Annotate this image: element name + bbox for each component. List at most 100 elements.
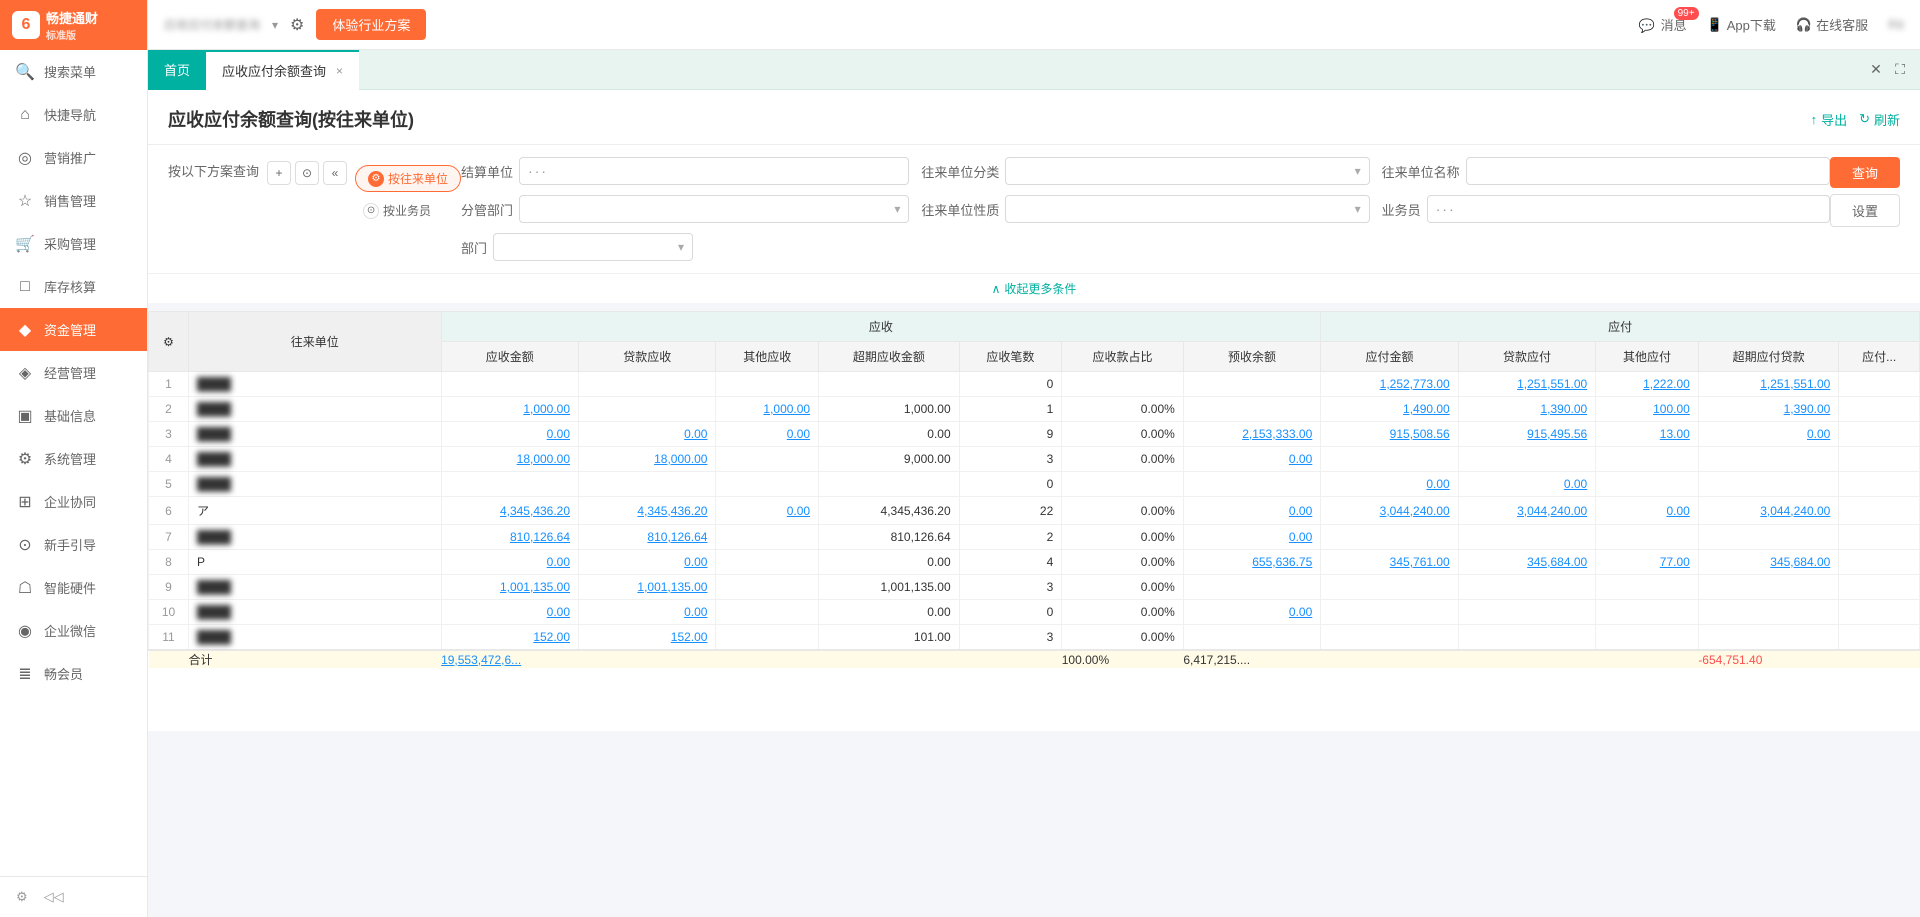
table-row: 4████18,000.0018,000.009,000.0030.00%0.0… <box>149 447 1920 472</box>
sidebar-item-label: 采购管理 <box>44 234 96 253</box>
chevron-down-icon: ▾ <box>1355 164 1361 178</box>
app-download-label: App下载 <box>1727 15 1776 34</box>
sidebar-item-enterprise[interactable]: ⊞ 企业协同 <box>0 480 147 523</box>
tab-close-icon[interactable]: × <box>336 64 343 78</box>
ap-extra-header: 应付... <box>1839 342 1920 372</box>
sidebar-item-hardware[interactable]: ☖ 智能硬件 <box>0 566 147 609</box>
close-window-icon[interactable]: ✕ <box>1868 62 1884 78</box>
table-wrapper[interactable]: ⚙ 往来单位 应收 应付 应收金额 贷款应收 其他应收 超期应收金额 应收笔数 … <box>148 311 1920 731</box>
filter-by-staff-icon: ⊙ <box>363 203 379 219</box>
filter-collapse-icon[interactable]: « <box>323 161 347 185</box>
main-content: 首页 应收应付余额查询 × ✕ ⛶ 应收应付余额查询(按往来单位) ↑ 导出 ↻… <box>148 50 1920 917</box>
maximize-window-icon[interactable]: ⛶ <box>1892 62 1908 78</box>
dept-input[interactable]: ▾ <box>493 233 693 261</box>
table-row: 5████00.000.00 <box>149 472 1920 497</box>
sidebar-item-label: 企业协同 <box>44 492 96 511</box>
topbar-chevron-icon: ▾ <box>272 18 278 32</box>
table-section: ⚙ 往来单位 应收 应付 应收金额 贷款应收 其他应收 超期应收金额 应收笔数 … <box>148 311 1920 731</box>
tab-ar-ap[interactable]: 应收应付余额查询 × <box>206 50 359 90</box>
unit-nature-label: 往来单位性质 <box>921 200 999 219</box>
settings-button[interactable]: 设置 <box>1830 194 1900 227</box>
online-service[interactable]: 🎧 在线客服 <box>1796 15 1868 34</box>
tab-home[interactable]: 首页 <box>148 50 206 90</box>
topbar-right: 💬 消息 99+ 📱 App下载 🎧 在线客服 Rit <box>1639 15 1904 34</box>
sidebar-item-wechat[interactable]: ◉ 企业微信 <box>0 609 147 652</box>
app-download[interactable]: 📱 App下载 <box>1707 15 1776 34</box>
sidebar-item-basic[interactable]: ▣ 基础信息 <box>0 394 147 437</box>
field-salesman: 业务员 ··· <box>1382 195 1830 223</box>
loan-ar-header: 贷款应收 <box>579 342 716 372</box>
sidebar-settings-icon[interactable]: ⚙ <box>16 889 28 905</box>
sidebar-item-guide[interactable]: ⊙ 新手引导 <box>0 523 147 566</box>
unit-nature-input[interactable]: ▾ <box>1005 195 1369 223</box>
sidebar-item-label: 销售管理 <box>44 191 96 210</box>
collapse-row[interactable]: ∧ 收起更多条件 <box>148 273 1920 303</box>
unit-category-input[interactable]: ▾ <box>1005 157 1369 185</box>
unit-name-label: 往来单位名称 <box>1382 162 1460 181</box>
sidebar-item-sales[interactable]: ☆ 销售管理 <box>0 179 147 222</box>
field-dept: 部门 ▾ <box>461 233 693 261</box>
sidebar-item-system[interactable]: ⚙ 系统管理 <box>0 437 147 480</box>
dept-manage-input[interactable]: ▾ <box>519 195 909 223</box>
wechat-icon: ◉ <box>16 622 34 640</box>
other-ap-header: 其他应付 <box>1596 342 1699 372</box>
messages-wrap[interactable]: 💬 消息 99+ <box>1639 15 1687 34</box>
topbar: 应收应付余额查询 ▾ ⚙ 体验行业方案 💬 消息 99+ 📱 App下载 🎧 在… <box>148 0 1920 50</box>
basic-icon: ▣ <box>16 407 34 425</box>
filter-settings-icon[interactable]: ⊙ <box>295 161 319 185</box>
online-service-label: 在线客服 <box>1816 15 1868 34</box>
tab-ar-ap-label: 应收应付余额查询 <box>222 61 326 80</box>
settings-column-header: ⚙ <box>149 312 189 372</box>
salesman-input[interactable]: ··· <box>1427 195 1830 223</box>
other-ar-header: 其他应收 <box>716 342 819 372</box>
window-controls: ✕ ⛶ <box>1856 62 1920 78</box>
ar-amount-header: 应收金额 <box>441 342 578 372</box>
filter-by-unit[interactable]: ⚙ 按往来单位 <box>355 165 461 192</box>
summary-row: 合计 19,553,472,6... 100.00% 6,417,215....… <box>149 650 1920 668</box>
enterprise-icon: ⊞ <box>16 493 34 511</box>
table-settings-gear-icon[interactable]: ⚙ <box>163 335 174 349</box>
ar-count-header: 应收笔数 <box>959 342 1062 372</box>
search-icon: 🔍 <box>16 63 34 81</box>
sidebar-item-inventory[interactable]: □ 库存核算 <box>0 265 147 308</box>
sidebar-item-marketing[interactable]: ◎ 营销推广 <box>0 136 147 179</box>
table-row: 2████1,000.001,000.001,000.0010.00%1,490… <box>149 397 1920 422</box>
export-button[interactable]: ↑ 导出 <box>1811 110 1848 129</box>
settlement-unit-input[interactable]: ··· <box>519 157 909 185</box>
topbar-settings-icon[interactable]: ⚙ <box>290 15 304 35</box>
sidebar-item-operation[interactable]: ◈ 经营管理 <box>0 351 147 394</box>
app-name: 畅捷通财 <box>46 8 98 27</box>
app-logo: 6 畅捷通财 标准版 <box>0 0 147 50</box>
add-filter-button[interactable]: + <box>267 161 291 185</box>
sidebar-item-member[interactable]: ≣ 畅会员 <box>0 652 147 695</box>
filter-by-staff[interactable]: ⊙ 按业务员 <box>355 198 461 223</box>
table-row: 7████810,126.64810,126.64810,126.6420.00… <box>149 525 1920 550</box>
chevron-up-icon: ∧ <box>992 282 1001 296</box>
prepay-header: 预收余额 <box>1183 342 1320 372</box>
table-footer: 合计 19,553,472,6... 100.00% 6,417,215....… <box>149 650 1920 668</box>
sidebar-item-finance[interactable]: ◆ 资金管理 <box>0 308 147 351</box>
home-icon: ⌂ <box>16 106 34 124</box>
salesman-label: 业务员 <box>1382 200 1421 219</box>
sidebar-item-purchase[interactable]: 🛒 采购管理 <box>0 222 147 265</box>
sidebar-item-quick[interactable]: ⌂ 快捷导航 <box>0 93 147 136</box>
member-icon: ≣ <box>16 665 34 683</box>
sidebar-item-label: 搜索菜单 <box>44 62 96 81</box>
sidebar-collapse-icon[interactable]: ◁◁ <box>44 889 64 905</box>
table-row: 3████0.000.000.000.0090.00%2,153,333.009… <box>149 422 1920 447</box>
sidebar-item-label: 新手引导 <box>44 535 96 554</box>
inventory-icon: □ <box>16 278 34 296</box>
summary-overdue-ap: -654,751.40 <box>1698 650 1839 668</box>
query-button[interactable]: 查询 <box>1830 157 1900 188</box>
unit-name-input[interactable] <box>1466 157 1830 185</box>
refresh-button[interactable]: ↻ 刷新 <box>1859 110 1900 129</box>
page-title: 应收应付余额查询(按往来单位) <box>168 106 414 144</box>
sidebar-item-label: 基础信息 <box>44 406 96 425</box>
filter-row-2: 分管部门 ▾ 往来单位性质 ▾ 业务员 <box>461 195 1830 223</box>
summary-ar-amount[interactable]: 19,553,472,6... <box>441 650 578 668</box>
sidebar: 6 畅捷通财 标准版 🔍 搜索菜单 ⌂ 快捷导航 ◎ 营销推广 ☆ 销售管理 🛒… <box>0 0 148 917</box>
promo-button[interactable]: 体验行业方案 <box>316 9 426 40</box>
sidebar-item-search[interactable]: 🔍 搜索菜单 <box>0 50 147 93</box>
field-unit-nature: 往来单位性质 ▾ <box>921 195 1369 223</box>
system-icon: ⚙ <box>16 450 34 468</box>
